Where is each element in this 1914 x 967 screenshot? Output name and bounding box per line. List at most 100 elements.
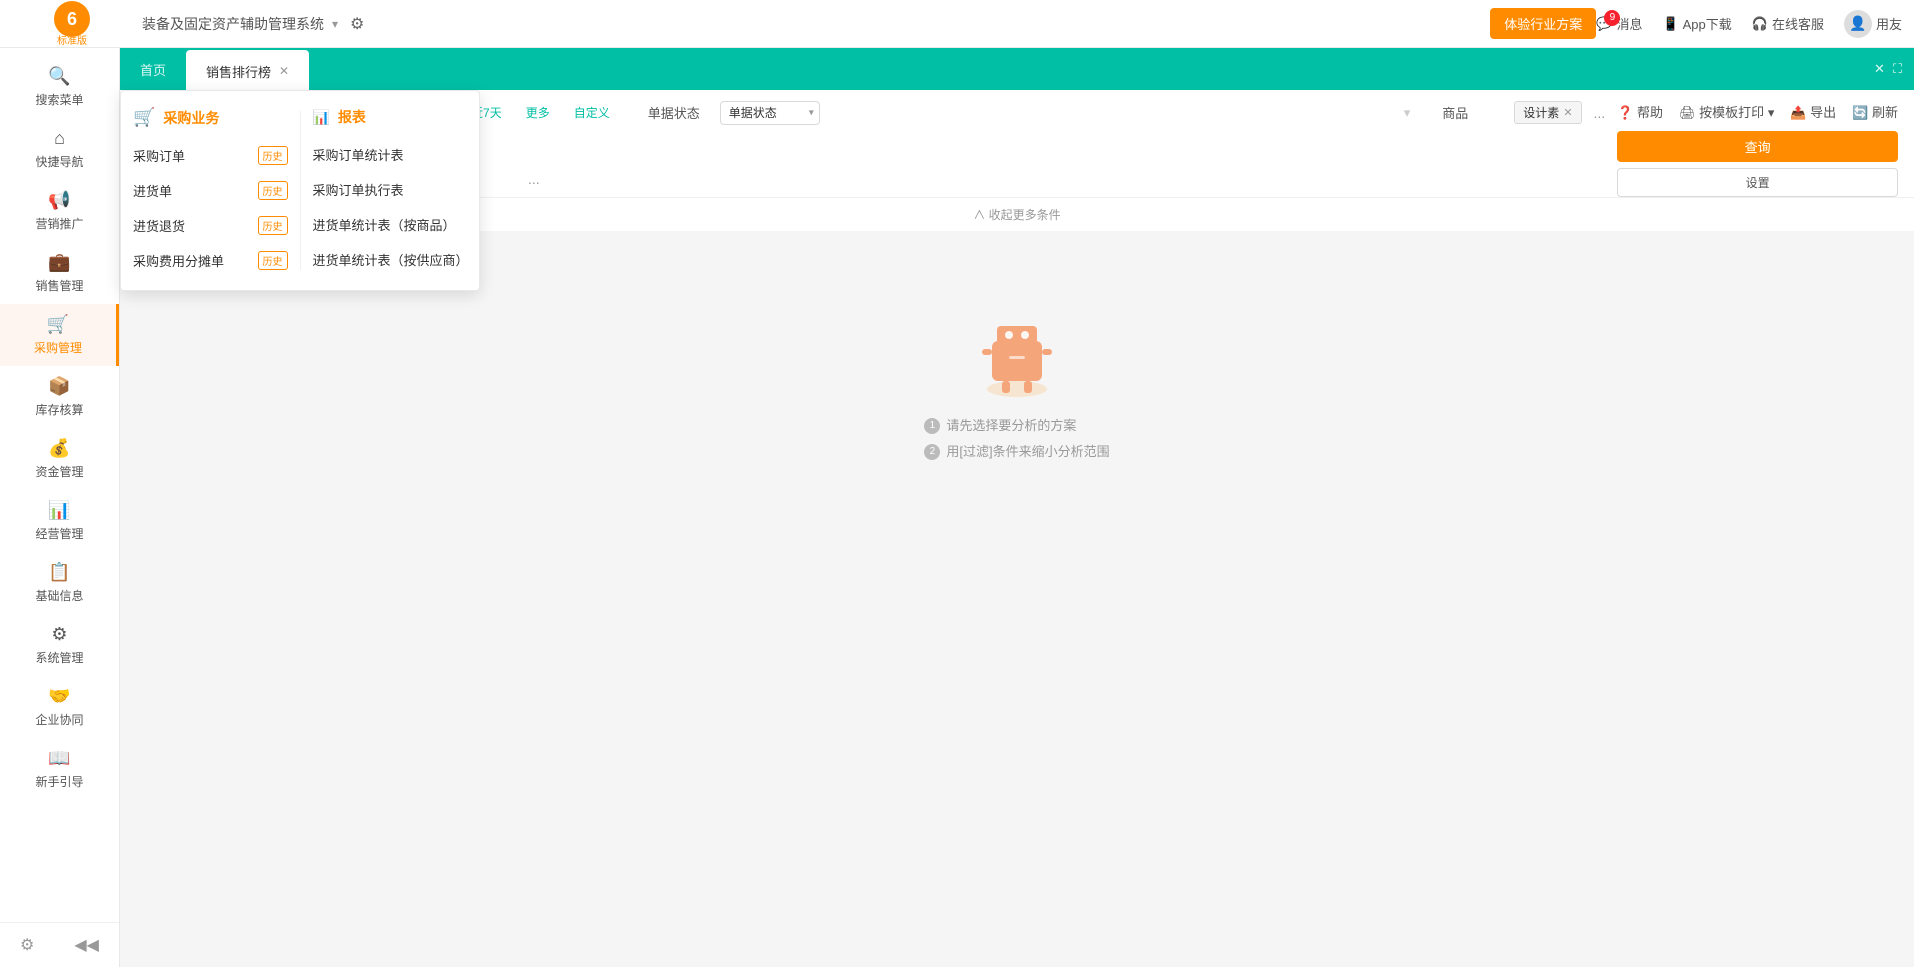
sidebar-item-marketing[interactable]: 📢 营销推广 [0,180,119,242]
sidebar-label-search: 搜索菜单 [35,91,83,108]
purchase-order-history-badge[interactable]: 历史 [258,146,288,165]
sidebar-item-quick-nav[interactable]: ⌂ 快捷导航 [0,118,119,180]
tip-num-2: 2 [924,444,940,460]
shortcut-custom[interactable]: 自定义 [568,100,616,125]
print-link[interactable]: 🖨 按模板打印 ▾ [1679,102,1774,121]
sidebar-item-operations[interactable]: 📊 经营管理 [0,490,119,552]
user-label: 用友 [1876,14,1902,33]
sidebar-item-purchase[interactable]: 🛒 采购管理 [0,304,119,366]
empty-tips: 1 请先选择要分析的方案 2 用[过滤]条件来缩小分析范围 [924,413,1109,465]
online-service-btn[interactable]: 🎧 在线客服 [1752,14,1824,33]
tab-sales-ranking-label: 销售排行榜 [206,62,271,81]
sidebar-label-enterprise: 企业协同 [35,711,83,728]
system-title-area: 装备及固定资产辅助管理系统 ▾ ⚙ [142,14,1478,34]
goods-tag-text: 设计素 [1523,104,1559,121]
query-button[interactable]: 查询 [1617,131,1898,162]
order-status-select-wrapper: 单据状态 [720,101,820,125]
menu-item-order-exec[interactable]: 采购订单执行表 [313,172,468,207]
menu-item-purchase-expense[interactable]: 采购费用分摊单 历史 [133,243,288,278]
logo-area: 6 标准版 [12,1,132,47]
sidebar: 🔍 搜索菜单 ⌂ 快捷导航 📢 营销推广 💼 销售管理 🛒 采购管理 📦 库存核… [0,48,120,967]
expense-history-badge[interactable]: 历史 [258,251,288,270]
return-history-badge[interactable]: 历史 [258,216,288,235]
help-icon: ❓ [1617,105,1633,120]
tab-maximize-icon[interactable]: ⛶ [1893,61,1902,77]
logo-subtitle: 标准版 [57,37,87,47]
sidebar-settings-icon[interactable]: ⚙ [20,935,34,955]
title-dropdown-arrow[interactable]: ▾ [332,17,338,31]
refresh-icon: 🔄 [1852,105,1868,120]
empty-tip-2-text: 用[过滤]条件来缩小分析范围 [946,439,1109,465]
menu-col-purchase-business: 🛒 采购业务 采购订单 历史 进货单 历史 进货退货 历史 采购费用分摊单 历史 [121,103,300,278]
message-btn[interactable]: 💬 9 消息 [1596,14,1642,33]
purchase-order-label: 采购订单 [133,146,185,165]
sidebar-item-finance[interactable]: 💰 资金管理 [0,428,119,490]
sidebar-item-system[interactable]: ⚙ 系统管理 [0,614,119,676]
avatar-icon: 👤 [1849,15,1866,32]
goods-label: 商品 [1442,103,1502,122]
app-download-btn[interactable]: 📱 App下载 [1662,14,1731,33]
print-arrow[interactable]: ▾ [1768,105,1775,120]
industry-btn[interactable]: 体验行业方案 [1490,8,1596,39]
print-label: 按模板打印 [1699,105,1764,120]
menu-item-incoming-stats-supplier[interactable]: 进货单统计表（按供应商） [313,242,468,277]
sidebar-item-guide[interactable]: 📖 新手引导 [0,738,119,800]
order-status-select[interactable]: 单据状态 [720,101,820,125]
incoming-label: 进货单 [133,181,172,200]
tab-bar-actions: ✕ ⛶ [1874,61,1914,77]
tab-sales-ranking[interactable]: 销售排行榜 ✕ [186,50,309,92]
menu-item-order-stats[interactable]: 采购订单统计表 [313,137,468,172]
report-icon: 📊 [313,109,330,126]
sidebar-label-quick-nav: 快捷导航 [35,153,83,170]
sidebar-label-operations: 经营管理 [35,525,83,542]
menu-columns: 🛒 采购业务 采购订单 历史 进货单 历史 进货退货 历史 采购费用分摊单 历史 [121,103,479,278]
sidebar-collapse-icon[interactable]: ◀◀ [74,935,99,955]
phone-icon: 📱 [1662,16,1678,32]
tab-close-all-icon[interactable]: ✕ [1874,61,1885,77]
basic-info-icon: 📋 [48,562,70,583]
finance-icon: 💰 [48,438,70,459]
menu-item-incoming-stats-goods[interactable]: 进货单统计表（按商品） [313,207,468,242]
sidebar-item-enterprise[interactable]: 🤝 企业协同 [0,676,119,738]
sidebar-label-guide: 新手引导 [35,773,83,790]
home-icon: ⌂ [54,128,65,149]
collapse-label: 收起更多条件 [989,208,1061,222]
user-area[interactable]: 👤 用友 [1844,10,1902,38]
sidebar-item-inventory[interactable]: 📦 库存核算 [0,366,119,428]
export-link[interactable]: 📤 导出 [1790,102,1836,121]
refresh-label: 刷新 [1872,105,1898,120]
tab-close-icon[interactable]: ✕ [279,64,289,78]
settings-icon[interactable]: ⚙ [350,14,364,34]
incoming-goods-label: 进货单统计表（按商品） [313,215,456,234]
notification-badge: 💬 9 [1596,16,1612,32]
help-link[interactable]: ❓ 帮助 [1617,102,1663,121]
headset-icon: 🎧 [1752,16,1768,32]
menu-item-return[interactable]: 进货退货 历史 [133,208,288,243]
chevron-up-icon: ∧ [973,208,985,222]
menu-item-purchase-order[interactable]: 采购订单 历史 [133,138,288,173]
empty-tip-2: 2 用[过滤]条件来缩小分析范围 [924,439,1109,465]
tab-home-label: 首页 [140,60,166,79]
action-buttons: ❓ 帮助 🖨 按模板打印 ▾ 📤 导出 [1617,100,1898,197]
sidebar-item-basic-info[interactable]: 📋 基础信息 [0,552,119,614]
settings-button[interactable]: 设置 [1617,168,1898,197]
tip-num-1: 1 [924,418,940,434]
customer-ellipsis[interactable]: ... [528,171,540,187]
sidebar-item-sales[interactable]: 💼 销售管理 [0,242,119,304]
purchase-dropdown-menu: 🛒 采购业务 采购订单 历史 进货单 历史 进货退货 历史 采购费用分摊单 历史 [120,90,480,291]
goods-ellipsis[interactable]: ... [1594,105,1606,121]
sidebar-item-search[interactable]: 🔍 搜索菜单 [0,56,119,118]
goods-tag-close[interactable]: ✕ [1563,106,1572,119]
shortcut-more[interactable]: 更多 [520,100,556,125]
incoming-history-badge[interactable]: 历史 [258,181,288,200]
menu-col1-header: 🛒 采购业务 [133,103,288,138]
toolbar-links: ❓ 帮助 🖨 按模板打印 ▾ 📤 导出 [1617,102,1898,121]
refresh-link[interactable]: 🔄 刷新 [1852,102,1898,121]
guide-icon: 📖 [48,748,70,769]
menu-item-incoming[interactable]: 进货单 历史 [133,173,288,208]
inventory-icon: 📦 [48,376,70,397]
empty-illustration [967,301,1067,401]
incoming-supplier-label: 进货单统计表（按供应商） [313,250,468,269]
empty-tip-1: 1 请先选择要分析的方案 [924,413,1109,439]
tab-home[interactable]: 首页 [120,48,186,90]
